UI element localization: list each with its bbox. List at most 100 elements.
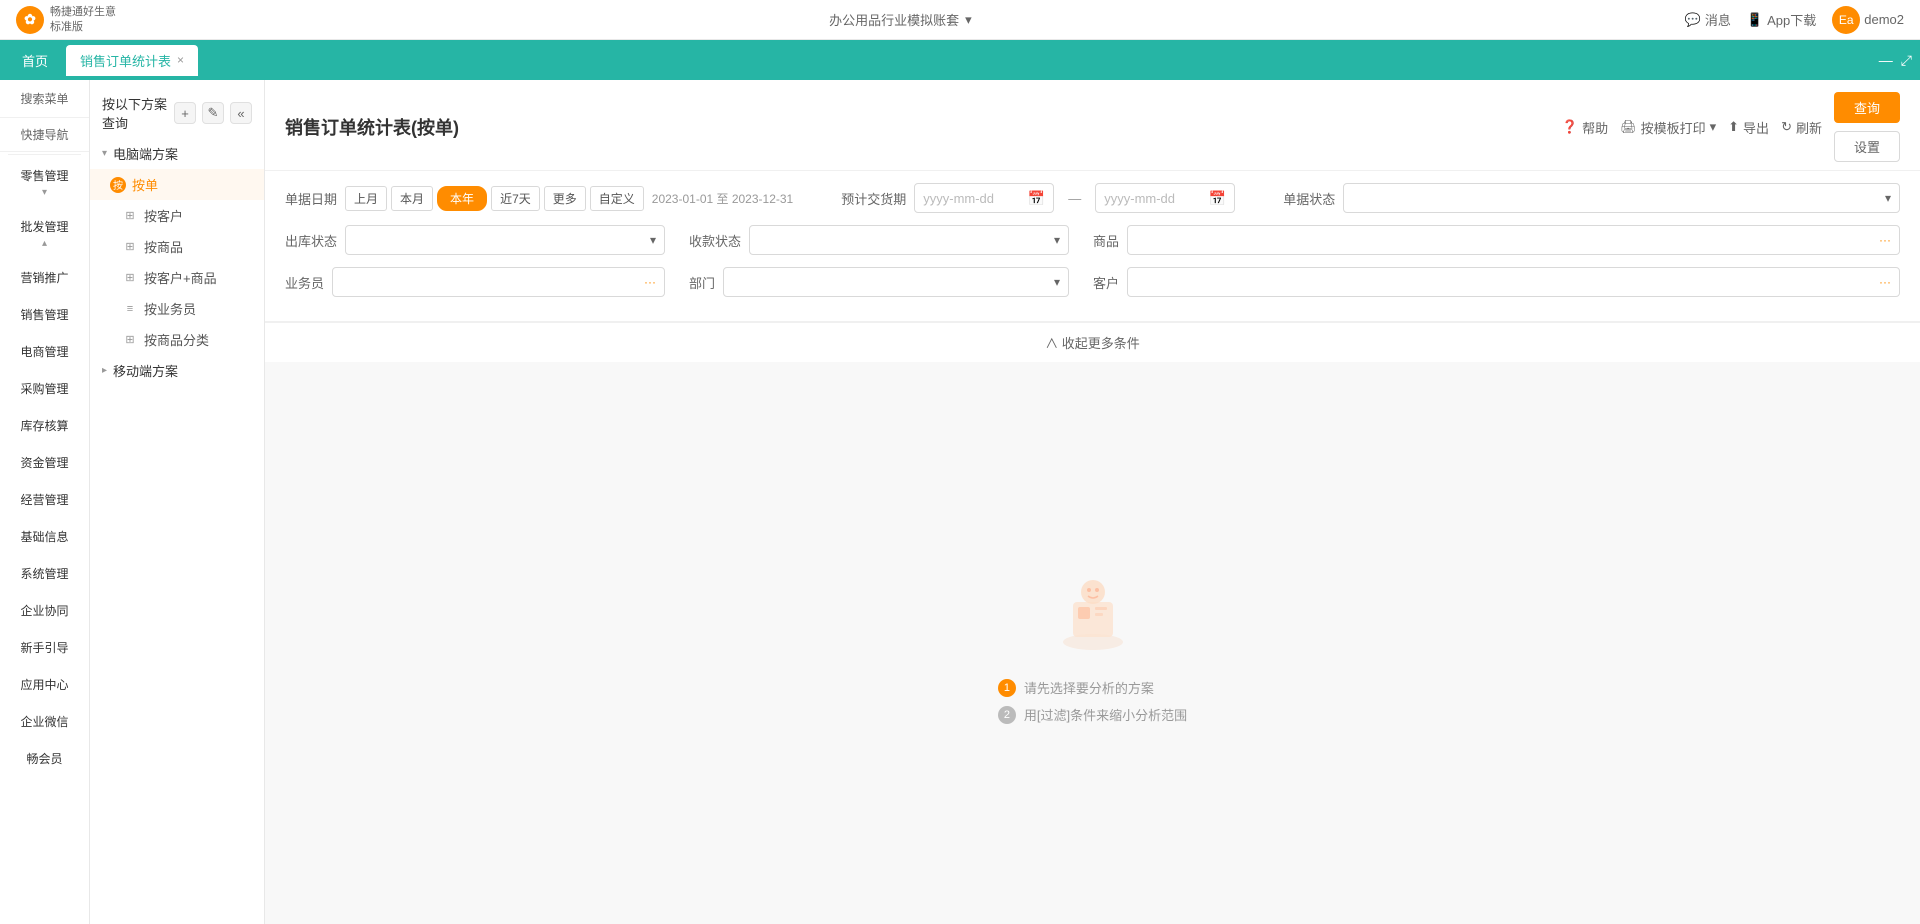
product-select[interactable]: ··· [1127,225,1900,255]
tree-group-label: 电脑端方案 [113,144,178,163]
message-btn[interactable]: 💬 消息 [1685,10,1731,29]
date-separator: — [1068,191,1081,206]
hint-text-2: 用[过滤]条件来缩小分析范围 [1024,705,1187,724]
sidebar-item-finance[interactable]: 资金管理 [0,444,89,481]
dept-select[interactable]: ▾ [723,267,1069,297]
tree-item-by-staff[interactable]: ≡ 按业务员 [90,293,264,324]
chevron-down-icon: ▾ [1885,191,1891,205]
staff-select[interactable]: ··· [332,267,665,297]
empty-hints: 1 请先选择要分析的方案 2 用[过滤]条件来缩小分析范围 [998,678,1187,724]
sidebar-item-label: 新手引导 [20,639,68,656]
empty-hint-2: 2 用[过滤]条件来缩小分析范围 [998,705,1187,724]
export-icon: ⬆ [1728,119,1739,135]
chevron-down-icon[interactable]: ▾ [965,12,972,28]
print-btn[interactable]: 🖨 按模板打印 ▾ [1620,118,1716,137]
page-title: 销售订单统计表(按单) [285,114,459,140]
ellipsis-icon: ··· [644,275,656,289]
tree-item-label: 按客户 [144,206,183,225]
tab-close-btn[interactable]: × [177,53,184,67]
logo-icon: ✿ [16,6,44,34]
help-btn[interactable]: ❓ 帮助 [1562,118,1608,137]
filter-date-end-input[interactable]: yyyy-mm-dd 📅 [1095,183,1235,213]
tree-group-mobile[interactable]: ▸ 移动端方案 [90,355,264,386]
date-btn-this-month[interactable]: 本月 [391,186,433,211]
filter-date-item: 单据日期 上月 本月 本年 近7天 更多 自定义 2023-01-01 至 20… [285,186,793,211]
filter-row-2: 出库状态 ▾ 收款状态 ▾ [285,225,1900,255]
ship-status-select[interactable]: ▾ [345,225,665,255]
sidebar-item-operations[interactable]: 经营管理 [0,481,89,518]
filter-customer-label: 客户 [1093,273,1119,292]
sidebar-item-newuser[interactable]: 新手引导 [0,629,89,666]
sidebar-item-retail[interactable]: 零售管理 ▾ [0,157,89,208]
sidebar-search[interactable]: 搜索菜单 [0,80,89,118]
settings-button[interactable]: 设置 [1834,131,1900,162]
tree-collapse-btn[interactable]: « [230,102,252,124]
refresh-icon: ↻ [1781,119,1792,135]
filter-row-3: 业务员 ··· 部门 ▾ [285,267,1900,297]
hint-text-1: 请先选择要分析的方案 [1024,678,1154,697]
export-btn[interactable]: ⬆ 导出 [1728,118,1769,137]
chevron-down-icon: ▾ [650,233,656,247]
query-button[interactable]: 查询 [1834,92,1900,123]
date-btn-custom[interactable]: 自定义 [590,186,644,211]
sidebar-item-enterprise[interactable]: 企业协同 [0,592,89,629]
sidebar-item-label: 经营管理 [20,491,68,508]
sidebar-item-label: 基础信息 [20,528,68,545]
sidebar-item-inventory[interactable]: 库存核算 [0,407,89,444]
tree-item-by-order[interactable]: 按 按单 [90,169,264,200]
sidebar-quick-nav[interactable]: 快捷导航 [0,118,89,152]
receipt-status-select[interactable]: ▾ [749,225,1069,255]
refresh-btn[interactable]: ↻ 刷新 [1781,118,1822,137]
tree-item-by-customer[interactable]: ⊞ 按客户 [90,200,264,231]
tree-item-label: 按商品 [144,237,183,256]
sidebar-item-sales[interactable]: 销售管理 [0,296,89,333]
maximize-icon[interactable]: ⤢ [1901,52,1912,69]
filter-receipt-status: 收款状态 ▾ [689,225,1069,255]
sidebar-item-label: 资金管理 [20,454,68,471]
tree-edit-btn[interactable]: ✎ [202,102,224,124]
empty-hint-1: 1 请先选择要分析的方案 [998,678,1187,697]
tree-item-by-customer-product[interactable]: ⊞ 按客户+商品 [90,262,264,293]
collapse-bar[interactable]: ∧ 收起更多条件 [265,322,1920,362]
empty-state: 1 请先选择要分析的方案 2 用[过滤]条件来缩小分析范围 [265,362,1920,924]
chevron-down-icon: ▾ [1054,275,1060,289]
print-label: 按模板打印 [1641,118,1706,137]
tab-home[interactable]: 首页 [8,45,62,76]
app-download-btn[interactable]: 📱 App下载 [1747,10,1816,29]
date-btn-last-7-days[interactable]: 近7天 [491,186,540,211]
sidebar-item-basic[interactable]: 基础信息 [0,518,89,555]
sidebar-item-label: 销售管理 [20,306,68,323]
app-download-label: App下载 [1767,10,1816,29]
message-icon: 💬 [1685,12,1701,28]
date-btn-more[interactable]: 更多 [544,186,586,211]
tree-add-btn[interactable]: + [174,102,196,124]
date-btn-last-month[interactable]: 上月 [345,186,387,211]
sidebar-item-label: 库存核算 [20,417,68,434]
empty-illustration [1043,562,1143,662]
sidebar-item-member[interactable]: 畅会员 [0,740,89,777]
filter-status-select[interactable]: ▾ [1343,183,1900,213]
restore-icon[interactable]: — [1879,52,1893,68]
tree-group-pc[interactable]: ▾ 电脑端方案 [90,138,264,169]
sidebar-item-marketing[interactable]: 营销推广 [0,259,89,296]
sidebar-item-wholesale[interactable]: 批发管理 ▴ [0,208,89,259]
tree-panel: 按以下方案查询 + ✎ « ▾ 电脑端方案 按 按单 ⊞ 按客户 [90,80,265,924]
sidebar-item-label: 系统管理 [20,565,68,582]
page-actions: ❓ 帮助 🖨 按模板打印 ▾ ⬆ 导出 ↻ [1562,92,1900,162]
user-menu[interactable]: Ea demo2 [1832,6,1904,34]
tab-active[interactable]: 销售订单统计表 × [66,45,198,76]
date-btn-this-year[interactable]: 本年 [437,186,487,211]
sidebar-item-label: 畅会员 [26,750,62,767]
filter-date-start-input[interactable]: yyyy-mm-dd 📅 [914,183,1054,213]
sidebar-item-label: 企业协同 [20,602,68,619]
sidebar-item-wechat[interactable]: 企业微信 [0,703,89,740]
sidebar-item-appcenter[interactable]: 应用中心 [0,666,89,703]
sidebar-item-ecommerce[interactable]: 电商管理 [0,333,89,370]
customer-select[interactable]: ··· [1127,267,1900,297]
sidebar-item-purchase[interactable]: 采购管理 [0,370,89,407]
tree-item-by-category[interactable]: ⊞ 按商品分类 [90,324,264,355]
filter-ship-status-label: 出库状态 [285,231,337,250]
tree-item-by-product[interactable]: ⊞ 按商品 [90,231,264,262]
filter-ship-status: 出库状态 ▾ [285,225,665,255]
sidebar-item-system[interactable]: 系统管理 [0,555,89,592]
